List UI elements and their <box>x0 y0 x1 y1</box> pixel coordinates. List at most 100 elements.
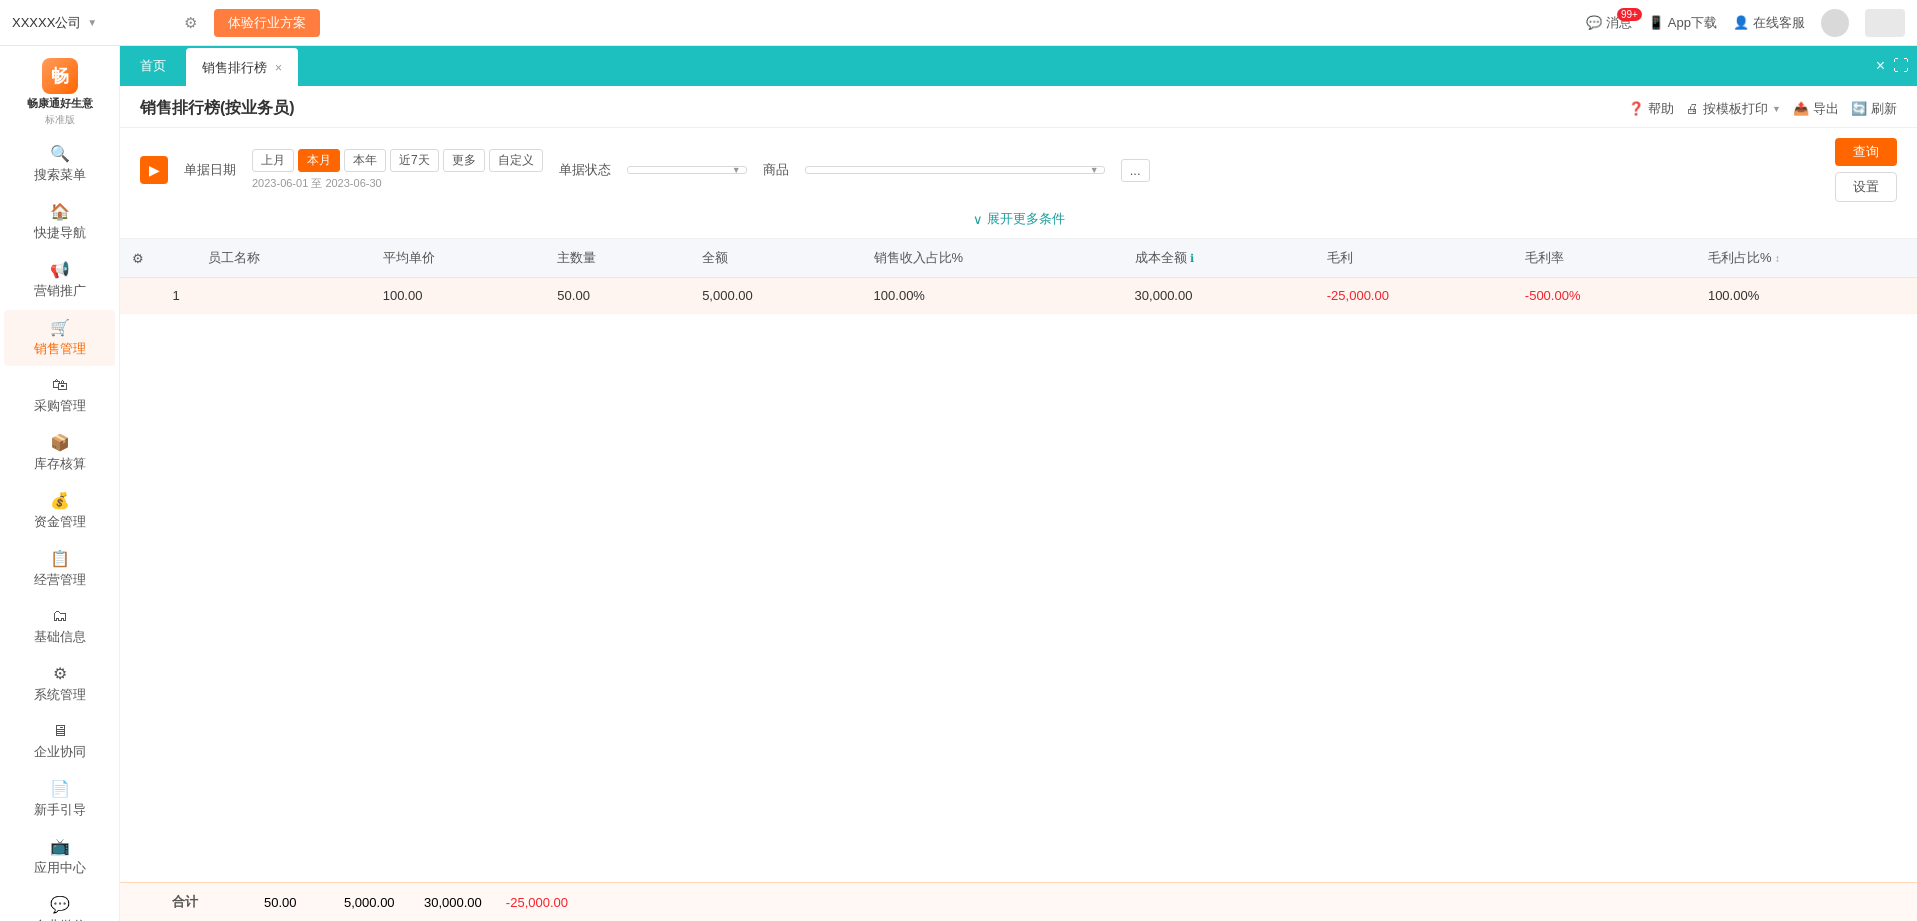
row-name <box>196 278 371 314</box>
tab-sales-ranking[interactable]: 销售排行榜 × <box>186 48 298 88</box>
filter-actions: 查询 设置 <box>1835 138 1897 202</box>
sidebar-item-quicknav[interactable]: 🏠 快捷导航 <box>4 194 115 250</box>
message-badge: 99+ <box>1617 8 1642 21</box>
row-profit: -25,000.00 <box>1315 278 1513 314</box>
footer-profit: -25,000.00 <box>494 895 580 910</box>
expand-more-button[interactable]: ∨ 展开更多条件 <box>140 210 1897 228</box>
date-btn-last-month[interactable]: 上月 <box>252 149 294 172</box>
status-select-wrapper[interactable] <box>627 166 747 174</box>
app-download-button[interactable]: 📱 App下载 <box>1648 14 1717 32</box>
expand-window-icon[interactable]: ⛶ <box>1893 57 1909 75</box>
sidebar-label-system: 系统管理 <box>34 686 86 704</box>
sidebar-item-appcenter[interactable]: 📺 应用中心 <box>4 829 115 885</box>
status-select[interactable] <box>627 166 747 174</box>
sales-icon: 🛒 <box>50 318 70 337</box>
table-footer: 合计 50.00 5,000.00 30,000.00 -25,000.00 <box>120 882 1917 921</box>
row-avg-price: 100.00 <box>371 278 546 314</box>
date-btn-7days[interactable]: 近7天 <box>390 149 439 172</box>
user-name-display <box>1865 9 1905 37</box>
th-cost-amt: 成本全额 ℹ <box>1123 239 1315 278</box>
date-filter-label: 单据日期 <box>184 161 236 179</box>
print-button[interactable]: 🖨 按模板打印 ▼ <box>1686 100 1781 118</box>
profit-pct-sort-icon: ↕ <box>1775 253 1780 264</box>
system-icon: ⚙ <box>53 664 67 683</box>
sidebar-item-purchase[interactable]: 🛍 采购管理 <box>4 368 115 423</box>
sidebar-label-finance: 资金管理 <box>34 513 86 531</box>
message-button[interactable]: 💬 消息 99+ <box>1586 14 1632 32</box>
sidebar-item-marketing[interactable]: 📢 营销推广 <box>4 252 115 308</box>
top-bar-right: 💬 消息 99+ 📱 App下载 👤 在线客服 <box>1586 9 1905 37</box>
data-table: ⚙ 员工名称 平均单价 主数量 全额 销售收入占比% 成本全额 ℹ 毛利 毛利率… <box>120 239 1917 314</box>
date-btn-more[interactable]: 更多 <box>443 149 485 172</box>
tab-close-icon[interactable]: × <box>275 61 282 75</box>
trial-button[interactable]: 体验行业方案 <box>214 9 320 37</box>
date-btn-this-month[interactable]: 本月 <box>298 149 340 172</box>
status-filter-label: 单据状态 <box>559 161 611 179</box>
cooperation-icon: 🖥 <box>52 722 68 740</box>
dots-button[interactable]: ... <box>1121 159 1150 182</box>
sidebar-item-cooperation[interactable]: 🖥 企业协同 <box>4 714 115 769</box>
th-rank <box>156 239 196 278</box>
expand-down-icon: ∨ <box>973 212 983 227</box>
sidebar-item-guide[interactable]: 📄 新手引导 <box>4 771 115 827</box>
page-title: 销售排行榜(按业务员) <box>140 98 295 119</box>
sidebar-label-sales: 销售管理 <box>34 340 86 358</box>
filter-row: ▶ 单据日期 上月 本月 本年 近7天 更多 自定义 2023-06-01 至 … <box>140 138 1897 202</box>
refresh-button[interactable]: 🔄 刷新 <box>1851 100 1897 118</box>
sidebar-item-finance[interactable]: 💰 资金管理 <box>4 483 115 539</box>
sidebar-item-system[interactable]: ⚙ 系统管理 <box>4 656 115 712</box>
tab-label: 销售排行榜 <box>202 59 267 77</box>
row-qty: 50.00 <box>545 278 690 314</box>
search-button[interactable]: 查询 <box>1835 138 1897 166</box>
wxwork-icon: 💬 <box>50 895 70 914</box>
export-button[interactable]: 📤 导出 <box>1793 100 1839 118</box>
footer-qty: 50.00 <box>252 895 332 910</box>
company-selector[interactable]: XXXXX公司 ▼ <box>12 14 172 32</box>
online-service-button[interactable]: 👤 在线客服 <box>1733 14 1805 32</box>
sidebar-label-purchase: 采购管理 <box>34 397 86 415</box>
sidebar-label-management: 经营管理 <box>34 571 86 589</box>
date-filter-buttons: 上月 本月 本年 近7天 更多 自定义 <box>252 149 543 172</box>
sidebar-logo: 畅 畅康通好生意 标准版 <box>0 46 119 135</box>
sidebar-item-management[interactable]: 📋 经营管理 <box>4 541 115 597</box>
appcenter-icon: 📺 <box>50 837 70 856</box>
row-profit-pct: 100.00% <box>1696 278 1917 314</box>
filter-expand-arrow[interactable]: ▶ <box>140 156 168 184</box>
content-area: 首页 销售排行榜 × × ⛶ 销售排行榜(按业务员) ❓ 帮助 <box>120 46 1917 921</box>
row-profit-rate: -500.00% <box>1513 278 1696 314</box>
sidebar-label-search: 搜索菜单 <box>34 166 86 184</box>
th-sales-pct: 销售收入占比% <box>862 239 1123 278</box>
sidebar-label-cooperation: 企业协同 <box>34 743 86 761</box>
row-rank: 1 <box>156 278 196 314</box>
th-qty: 主数量 <box>545 239 690 278</box>
settings-icon[interactable]: ⚙ <box>176 9 204 37</box>
date-btn-custom[interactable]: 自定义 <box>489 149 543 172</box>
row-cost-amt: 30,000.00 <box>1123 278 1315 314</box>
close-window-icon[interactable]: × <box>1876 57 1885 75</box>
sidebar: 畅 畅康通好生意 标准版 🔍 搜索菜单 🏠 快捷导航 📢 营销推广 🛒 销售管理… <box>0 46 120 921</box>
help-button[interactable]: ❓ 帮助 <box>1628 100 1674 118</box>
sidebar-item-wxwork[interactable]: 💬 企业微信 <box>4 887 115 921</box>
inventory-icon: 📦 <box>50 433 70 452</box>
marketing-icon: 📢 <box>50 260 70 279</box>
product-select-wrapper[interactable] <box>805 166 1105 174</box>
th-settings: ⚙ <box>120 239 156 278</box>
filter-bar: ▶ 单据日期 上月 本月 本年 近7天 更多 自定义 2023-06-01 至 … <box>120 128 1917 239</box>
th-avg-price: 平均单价 <box>371 239 546 278</box>
tab-home[interactable]: 首页 <box>120 46 186 86</box>
company-name: XXXXX公司 <box>12 14 81 32</box>
table-row: 1100.0050.005,000.00100.00%30,000.00-25,… <box>120 278 1917 314</box>
product-select[interactable] <box>805 166 1105 174</box>
sidebar-item-search[interactable]: 🔍 搜索菜单 <box>4 136 115 192</box>
sidebar-item-basicinfo[interactable]: 🗂 基础信息 <box>4 599 115 654</box>
th-profit: 毛利 <box>1315 239 1513 278</box>
management-icon: 📋 <box>50 549 70 568</box>
sidebar-label-basicinfo: 基础信息 <box>34 628 86 646</box>
date-btn-this-year[interactable]: 本年 <box>344 149 386 172</box>
footer-amount: 5,000.00 <box>332 895 412 910</box>
sidebar-item-inventory[interactable]: 📦 库存核算 <box>4 425 115 481</box>
sidebar-item-sales[interactable]: 🛒 销售管理 <box>4 310 115 366</box>
page-content: 销售排行榜(按业务员) ❓ 帮助 🖨 按模板打印 ▼ 📤 导出 <box>120 86 1917 921</box>
avatar[interactable] <box>1821 9 1849 37</box>
table-settings-button[interactable]: 设置 <box>1835 172 1897 202</box>
